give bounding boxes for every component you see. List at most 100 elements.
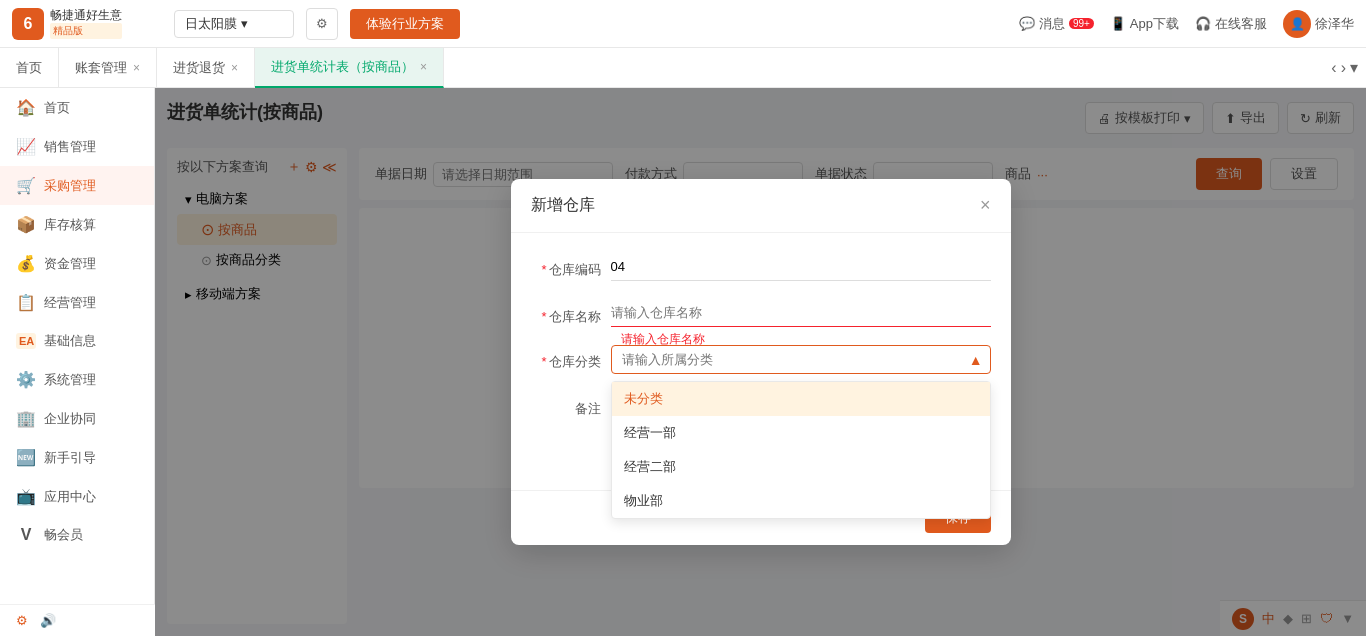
app-edition: 精品版: [50, 23, 122, 39]
sidebar-label-guide: 新手引导: [44, 449, 96, 467]
guide-icon: 🆕: [16, 448, 36, 467]
user-item[interactable]: 👤 徐泽华: [1283, 10, 1354, 38]
sales-icon: 📈: [16, 137, 36, 156]
store-selector[interactable]: 日太阳膜 ▾: [174, 10, 294, 38]
dialog-header: 新增仓库 ×: [511, 179, 1011, 233]
volume-icon[interactable]: 🔊: [40, 613, 56, 628]
tab-menu-button[interactable]: ▾: [1350, 58, 1358, 77]
close-accounts-tab[interactable]: ×: [133, 61, 140, 75]
system-icon: ⚙️: [16, 370, 36, 389]
top-header: 6 畅捷通好生意 精品版 日太阳膜 ▾ ⚙ 体验行业方案 💬 消息 99+ 📱 …: [0, 0, 1366, 48]
vip-icon: V: [16, 526, 36, 544]
dropdown-item-none[interactable]: 未分类: [612, 382, 990, 416]
sidebar-item-home[interactable]: 🏠 首页: [0, 88, 154, 127]
modal-overlay[interactable]: 新增仓库 × 仓库编码 仓库名称 请输入仓库名: [155, 88, 1366, 636]
home-tab-label: 首页: [16, 59, 42, 77]
tab-purchase-return[interactable]: 进货退货 ×: [157, 48, 255, 88]
messages-label: 消息: [1039, 15, 1065, 33]
dropdown-item-op2[interactable]: 经营二部: [612, 450, 990, 484]
sidebar-label-operation: 经营管理: [44, 294, 96, 312]
purchase-stat-tab-label: 进货单统计表（按商品）: [271, 58, 414, 76]
header-right: 💬 消息 99+ 📱 App下载 🎧 在线客服 👤 徐泽华: [1019, 10, 1354, 38]
form-row-category: 仓库分类 ▲ 未分类 经营一部 经营二部 物业部: [531, 345, 991, 374]
code-label: 仓库编码: [531, 253, 611, 279]
dropdown-item-op1[interactable]: 经营一部: [612, 416, 990, 450]
avatar-icon: 👤: [1290, 17, 1305, 31]
sidebar-label-enterprise: 企业协同: [44, 410, 96, 428]
content-area: 进货单统计(按商品) 🖨 按模板打印 ▾ ⬆ 导出 ↻ 刷新: [155, 88, 1366, 636]
form-row-name: 仓库名称 请输入仓库名称: [531, 299, 991, 327]
sidebar-label-vip: 畅会员: [44, 526, 83, 544]
name-input[interactable]: [611, 299, 991, 327]
sidebar-item-inventory[interactable]: 📦 库存核算: [0, 205, 154, 244]
tab-purchase-stat[interactable]: 进货单统计表（按商品） ×: [255, 48, 444, 88]
app-icon: 📱: [1110, 16, 1126, 31]
close-purchase-stat-tab[interactable]: ×: [420, 60, 427, 74]
tab-home[interactable]: 首页: [0, 48, 59, 88]
dialog-title: 新增仓库: [531, 195, 595, 216]
code-input[interactable]: [611, 253, 991, 281]
sidebar-item-basic[interactable]: EA 基础信息: [0, 322, 154, 360]
messages-item[interactable]: 💬 消息 99+: [1019, 15, 1094, 33]
enterprise-icon: 🏢: [16, 409, 36, 428]
sidebar-item-app-center[interactable]: 📺 应用中心: [0, 477, 154, 516]
accounts-tab-label: 账套管理: [75, 59, 127, 77]
sidebar-item-system[interactable]: ⚙️ 系统管理: [0, 360, 154, 399]
new-warehouse-dialog: 新增仓库 × 仓库编码 仓库名称 请输入仓库名: [511, 179, 1011, 545]
tab-next-button[interactable]: ›: [1341, 59, 1346, 77]
home-icon: 🏠: [16, 98, 36, 117]
tab-bar-actions: ‹ › ▾: [1331, 58, 1366, 77]
sidebar-item-sales[interactable]: 📈 销售管理: [0, 127, 154, 166]
trial-button[interactable]: 体验行业方案: [350, 9, 460, 39]
tab-accounts[interactable]: 账套管理 ×: [59, 48, 157, 88]
sidebar-item-vip[interactable]: V 畅会员: [0, 516, 154, 554]
customer-service-item[interactable]: 🎧 在线客服: [1195, 15, 1267, 33]
dropdown-item-op3[interactable]: 物业部: [612, 484, 990, 518]
messages-badge: 99+: [1069, 18, 1094, 29]
username: 徐泽华: [1315, 15, 1354, 33]
category-dropdown-list: 未分类 经营一部 经营二部 物业部: [611, 381, 991, 519]
sidebar-label-inventory: 库存核算: [44, 216, 96, 234]
form-row-code: 仓库编码: [531, 253, 991, 281]
headphone-icon: 🎧: [1195, 16, 1211, 31]
sidebar-label-home: 首页: [44, 99, 70, 117]
sidebar-item-guide[interactable]: 🆕 新手引导: [0, 438, 154, 477]
sidebar-label-basic: 基础信息: [44, 332, 96, 350]
notes-label: 备注: [531, 392, 611, 418]
sidebar-label-finance: 资金管理: [44, 255, 96, 273]
main-layout: 🏠 首页 📈 销售管理 🛒 采购管理 📦 库存核算 💰 资金管理 📋 经营管理 …: [0, 88, 1366, 636]
store-name: 日太阳膜: [185, 15, 237, 33]
finance-icon: 💰: [16, 254, 36, 273]
sidebar-item-finance[interactable]: 💰 资金管理: [0, 244, 154, 283]
sidebar-label-app-center: 应用中心: [44, 488, 96, 506]
purchase-icon: 🛒: [16, 176, 36, 195]
close-purchase-return-tab[interactable]: ×: [231, 61, 238, 75]
category-dropdown-wrapper: ▲ 未分类 经营一部 经营二部 物业部: [611, 345, 991, 374]
sidebar-label-sales: 销售管理: [44, 138, 96, 156]
purchase-return-tab-label: 进货退货: [173, 59, 225, 77]
customer-service-label: 在线客服: [1215, 15, 1267, 33]
app-download-label: App下载: [1130, 15, 1179, 33]
settings-icon[interactable]: ⚙: [16, 613, 28, 628]
tab-prev-button[interactable]: ‹: [1331, 59, 1336, 77]
category-chevron-icon[interactable]: ▲: [969, 352, 983, 368]
sidebar-item-enterprise[interactable]: 🏢 企业协同: [0, 399, 154, 438]
settings-button[interactable]: ⚙: [306, 8, 338, 40]
logo-area: 6 畅捷通好生意 精品版: [12, 8, 162, 40]
sidebar-label-system: 系统管理: [44, 371, 96, 389]
app-download-item[interactable]: 📱 App下载: [1110, 15, 1179, 33]
basic-icon: EA: [16, 333, 36, 349]
user-avatar: 👤: [1283, 10, 1311, 38]
sidebar: 🏠 首页 📈 销售管理 🛒 采购管理 📦 库存核算 💰 资金管理 📋 经营管理 …: [0, 88, 155, 636]
message-icon: 💬: [1019, 16, 1035, 31]
sidebar-label-purchase: 采购管理: [44, 177, 96, 195]
operation-icon: 📋: [16, 293, 36, 312]
sidebar-item-purchase[interactable]: 🛒 采购管理: [0, 166, 154, 205]
dialog-close-button[interactable]: ×: [980, 195, 991, 216]
app-center-icon: 📺: [16, 487, 36, 506]
sidebar-item-operation[interactable]: 📋 经营管理: [0, 283, 154, 322]
category-input[interactable]: [611, 345, 991, 374]
tab-bar: 首页 账套管理 × 进货退货 × 进货单统计表（按商品） × ‹ › ▾: [0, 48, 1366, 88]
inventory-icon: 📦: [16, 215, 36, 234]
app-name: 畅捷通好生意: [50, 8, 122, 24]
